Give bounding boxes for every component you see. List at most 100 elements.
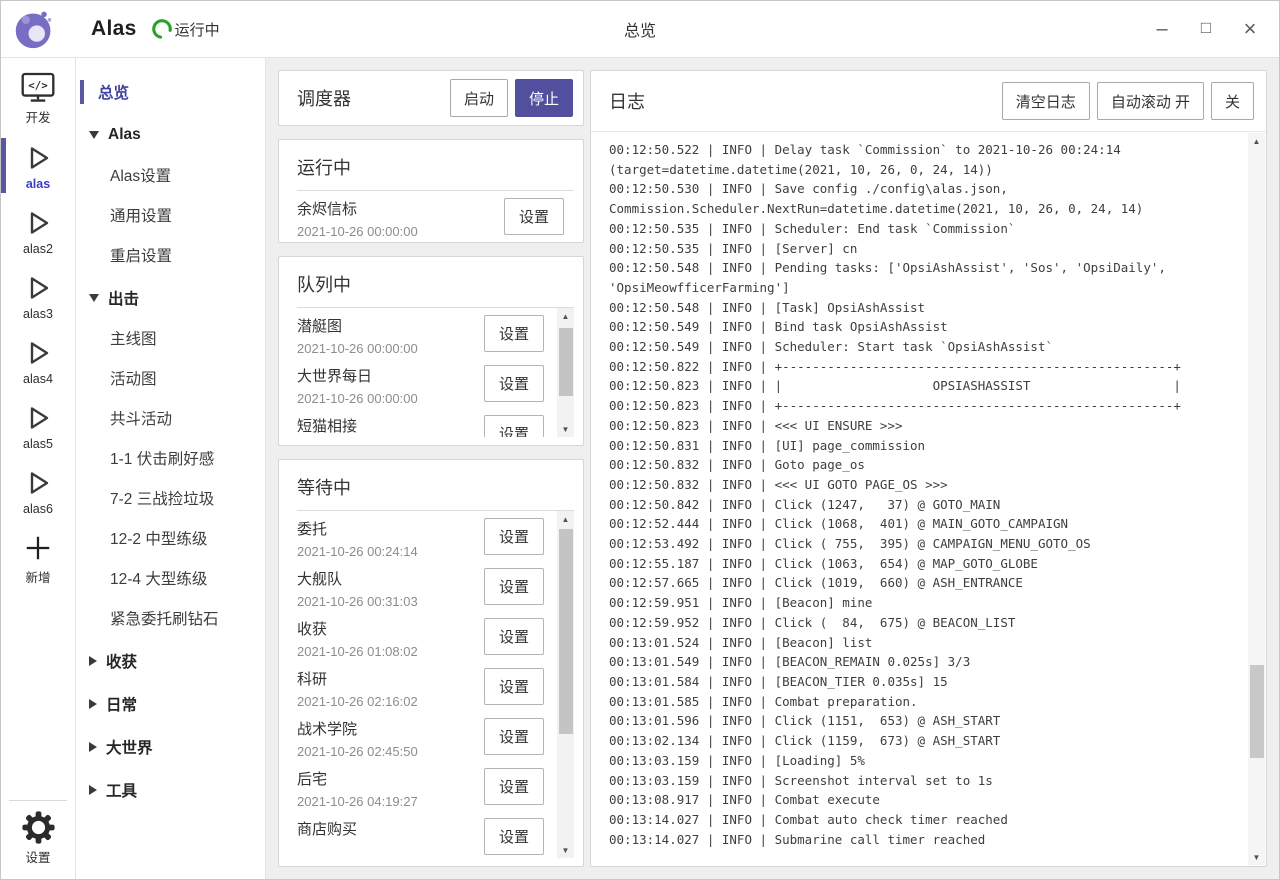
waiting-card: 等待中 委托 2021-10-26 00:24:14 设置	[278, 459, 584, 867]
waiting-title: 等待中	[297, 470, 574, 511]
menu-item[interactable]: 12-2 中型练级	[76, 518, 265, 558]
log-scrollbar[interactable]: ▲ ▼	[1248, 133, 1265, 865]
task-setting-button[interactable]: 设置	[484, 668, 544, 705]
menu-item[interactable]: 紧急委托刷钻石	[76, 598, 265, 638]
window-controls: – □ ×	[1147, 13, 1265, 45]
log-line: 00:13:03.159 | INFO | Screenshot interva…	[609, 771, 1238, 791]
stop-button[interactable]: 停止	[515, 79, 573, 117]
chevron-icon	[89, 656, 97, 666]
alas-logo-icon	[13, 8, 55, 50]
menu-item[interactable]: 日常	[76, 684, 265, 724]
log-line: 00:13:03.159 | INFO | [Loading] 5%	[609, 751, 1238, 771]
app-name: Alas	[91, 17, 137, 41]
task-row: 商店购买 设置	[297, 811, 550, 858]
task-row: 短猫相接 2021-10-26 00:00:00 设置	[297, 408, 550, 437]
log-line: 00:12:50.522 | INFO | Delay task `Commis…	[609, 140, 1238, 179]
menu-item[interactable]: Alas设置	[76, 155, 265, 195]
play-icon	[22, 207, 54, 239]
log-line: 00:12:50.548 | INFO | Pending tasks: ['O…	[609, 258, 1238, 297]
scrollbar[interactable]: ▲ ▼	[557, 308, 574, 437]
scrollbar[interactable]: ▲ ▼	[557, 511, 574, 858]
menu-item[interactable]: Alas	[76, 115, 265, 155]
close-icon[interactable]: ×	[1235, 13, 1265, 45]
rail-item-label: 新增	[25, 567, 50, 586]
task-setting-button[interactable]: 设置	[504, 198, 564, 235]
chevron-icon	[89, 785, 97, 795]
rail-instance-item[interactable]: </> alas5	[1, 393, 75, 458]
rail-instance-item[interactable]: </> 新增	[1, 523, 75, 593]
play-icon	[22, 272, 54, 304]
rail-item-label: alas2	[23, 242, 53, 256]
menu-item-label: 12-4 大型练级	[110, 567, 207, 589]
log-line: 00:12:50.530 | INFO | Save config ./conf…	[609, 179, 1238, 218]
play-icon	[22, 142, 54, 174]
menu-item[interactable]: 7-2 三战捡垃圾	[76, 478, 265, 518]
scroll-thumb[interactable]	[1250, 665, 1264, 758]
menu-item[interactable]: 通用设置	[76, 195, 265, 235]
clear-log-button[interactable]: 清空日志	[1002, 82, 1090, 120]
menu-item[interactable]: 12-4 大型练级	[76, 558, 265, 598]
scroll-down-icon[interactable]: ▼	[1248, 849, 1265, 865]
menu-item[interactable]: 大世界	[76, 727, 265, 767]
task-setting-button[interactable]: 设置	[484, 568, 544, 605]
scroll-up-icon[interactable]: ▲	[557, 308, 574, 324]
menu-item[interactable]: 出击	[76, 278, 265, 318]
task-row: 潜艇图 2021-10-26 00:00:00 设置	[297, 308, 550, 358]
task-setting-button[interactable]: 设置	[484, 415, 544, 437]
task-setting-button[interactable]: 设置	[484, 768, 544, 805]
task-setting-button[interactable]: 设置	[484, 518, 544, 555]
menu-item[interactable]: 总览	[76, 72, 265, 112]
task-row: 战术学院 2021-10-26 02:45:50 设置	[297, 711, 550, 761]
log-line: 00:13:01.524 | INFO | [Beacon] list	[609, 633, 1238, 653]
task-setting-button[interactable]: 设置	[484, 315, 544, 352]
rail-instance-item[interactable]: </> alas2	[1, 198, 75, 263]
rail-instance-item[interactable]: </> alas4	[1, 328, 75, 393]
rail-instance-item[interactable]: </> alas3	[1, 263, 75, 328]
menu-item[interactable]: 重启设置	[76, 235, 265, 275]
log-lines: 00:12:50.522 | INFO | Delay task `Commis…	[609, 140, 1238, 849]
page-title: 总览	[624, 17, 656, 41]
log-line: 00:12:52.444 | INFO | Click (1068, 401) …	[609, 514, 1238, 534]
rail-item-label: alas3	[23, 307, 53, 321]
log-line: 00:12:50.842 | INFO | Click (1247, 37) @…	[609, 495, 1238, 515]
task-setting-button[interactable]: 设置	[484, 818, 544, 855]
main-area: 调度器 启动 停止 运行中 余烬信标 2021-10-26 00:0	[266, 58, 1279, 879]
menu-item-label: 12-2 中型练级	[110, 527, 207, 549]
log-line: 00:13:01.596 | INFO | Click (1151, 653) …	[609, 711, 1238, 731]
scheduler-status-label: 运行中	[175, 19, 220, 40]
task-row: 后宅 2021-10-26 04:19:27 设置	[297, 761, 550, 811]
log-line: 00:12:50.822 | INFO | +-----------------…	[609, 357, 1238, 377]
autoscroll-toggle-button[interactable]: 自动滚动 开	[1097, 82, 1204, 120]
menu-item[interactable]: 收获	[76, 641, 265, 681]
scroll-down-icon[interactable]: ▼	[557, 421, 574, 437]
task-setting-button[interactable]: 设置	[484, 718, 544, 755]
menu-item[interactable]: 1-1 伏击刷好感	[76, 438, 265, 478]
menu-item-label: 通用设置	[110, 204, 172, 226]
rail-item-settings[interactable]: 设置	[1, 803, 75, 873]
menu-item-label: 主线图	[110, 327, 157, 349]
menu-item[interactable]: 共斗活动	[76, 398, 265, 438]
scroll-down-icon[interactable]: ▼	[557, 842, 574, 858]
minimize-icon[interactable]: –	[1147, 13, 1177, 45]
task-row: 收获 2021-10-26 01:08:02 设置	[297, 611, 550, 661]
rail-instance-item[interactable]: </> alas6	[1, 458, 75, 523]
scroll-up-icon[interactable]: ▲	[1248, 133, 1265, 149]
log-body: 00:12:50.522 | INFO | Delay task `Commis…	[591, 132, 1266, 866]
play-icon	[22, 337, 54, 369]
maximize-icon[interactable]: □	[1191, 13, 1221, 45]
menu-item[interactable]: 活动图	[76, 358, 265, 398]
log-line: 00:12:50.823 | INFO | +-----------------…	[609, 396, 1238, 416]
menu-item[interactable]: 工具	[76, 770, 265, 810]
task-setting-button[interactable]: 设置	[484, 365, 544, 402]
rail-instance-item[interactable]: </> 开发	[1, 63, 75, 133]
scroll-thumb[interactable]	[559, 328, 573, 396]
scroll-up-icon[interactable]: ▲	[557, 511, 574, 527]
log-line: 00:12:50.548 | INFO | [Task] OpsiAshAssi…	[609, 298, 1238, 318]
task-setting-button[interactable]: 设置	[484, 618, 544, 655]
rail-instance-item[interactable]: </> alas	[1, 133, 75, 198]
start-button[interactable]: 启动	[450, 79, 508, 117]
scroll-thumb[interactable]	[559, 529, 573, 734]
log-off-button[interactable]: 关	[1211, 82, 1254, 120]
log-line: 00:13:14.027 | INFO | Combat auto check …	[609, 810, 1238, 830]
menu-item[interactable]: 主线图	[76, 318, 265, 358]
